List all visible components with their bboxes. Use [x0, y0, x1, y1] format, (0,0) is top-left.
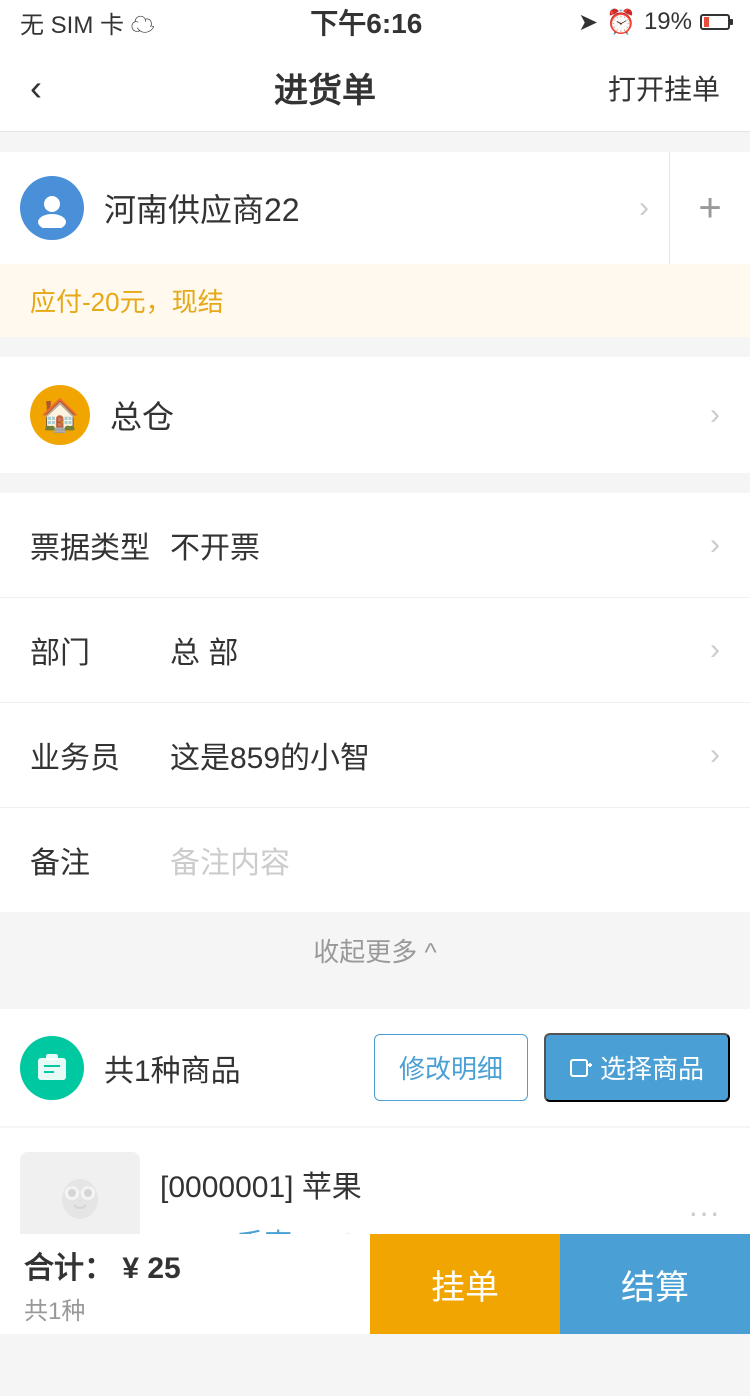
salesperson-row[interactable]: 业务员 这是859的小智 ›	[0, 703, 750, 808]
order-summary: 合计： ¥ 25 共1种	[0, 1234, 370, 1334]
select-product-label: 选择商品	[600, 1049, 704, 1086]
select-product-button[interactable]: 选择商品	[544, 1033, 730, 1102]
product-name: [0000001] 苹果	[160, 1162, 678, 1206]
salesperson-value: 这是859的小智	[160, 733, 700, 777]
checkout-button[interactable]: 结算	[560, 1234, 750, 1334]
add-supplier-button[interactable]: +	[670, 152, 750, 264]
remark-label: 备注	[30, 838, 160, 882]
remark-row[interactable]: 备注 备注内容	[0, 808, 750, 912]
open-hang-button[interactable]: 打开挂单	[608, 68, 720, 108]
supplier-row[interactable]: 河南供应商22 ›	[0, 152, 670, 264]
product-title: 苹果	[302, 1171, 362, 1204]
salesperson-label: 业务员	[30, 733, 160, 777]
status-bar: 无 SIM 卡 ☁ 下午6:16 ➤ ⏰ 19%	[0, 0, 750, 44]
status-time: 下午6:16	[310, 2, 422, 42]
product-more-button[interactable]: ···	[678, 1184, 730, 1241]
battery-percent: 19%	[644, 8, 692, 36]
notice-bar: 应付-20元，现结	[0, 264, 750, 337]
product-count: 共1种商品	[104, 1046, 374, 1090]
product-icon	[20, 1036, 84, 1100]
remark-input[interactable]: 备注内容	[160, 838, 720, 882]
location-icon: ➤	[578, 8, 598, 37]
status-right: ➤ ⏰ 19%	[578, 8, 730, 37]
bottom-bar: 合计： ¥ 25 共1种 挂单 结算	[0, 1234, 750, 1334]
dept-row[interactable]: 部门 总 部 ›	[0, 598, 750, 703]
invoice-label: 票据类型	[30, 523, 160, 567]
alarm-icon: ⏰	[606, 8, 636, 37]
dept-chevron-icon: ›	[710, 633, 720, 667]
warehouse-icon: 🏠	[30, 385, 90, 445]
supplier-avatar	[20, 176, 84, 240]
nav-bar: ‹ 进货单 打开挂单	[0, 44, 750, 132]
hang-button[interactable]: 挂单	[370, 1234, 560, 1334]
supplier-chevron-icon: ›	[639, 191, 649, 225]
invoice-row[interactable]: 票据类型 不开票 ›	[0, 493, 750, 598]
section-divider-1	[0, 132, 750, 152]
collapse-bar[interactable]: 收起更多 ^	[0, 912, 750, 989]
battery-icon	[700, 14, 730, 30]
supplier-section: 河南供应商22 › +	[0, 152, 750, 264]
total-value: ¥ 25	[122, 1252, 180, 1285]
product-code: [0000001]	[160, 1171, 293, 1204]
page-title: 进货单	[274, 63, 376, 112]
supplier-name: 河南供应商22	[104, 185, 629, 231]
warehouse-chevron-icon: ›	[710, 398, 720, 432]
invoice-value: 不开票	[160, 523, 700, 567]
status-left: 无 SIM 卡 ☁	[20, 5, 155, 40]
total-count: 共1种	[24, 1291, 346, 1326]
warehouse-name: 总仓	[110, 392, 700, 438]
dept-value: 总 部	[160, 628, 700, 672]
invoice-chevron-icon: ›	[710, 528, 720, 562]
back-button[interactable]: ‹	[30, 67, 42, 109]
dept-label: 部门	[30, 628, 160, 672]
salesperson-chevron-icon: ›	[710, 738, 720, 772]
edit-detail-button[interactable]: 修改明细	[374, 1034, 528, 1101]
total-label: 合计：	[24, 1252, 114, 1285]
product-header: 共1种商品 修改明细 选择商品	[0, 1009, 750, 1126]
form-section: 票据类型 不开票 › 部门 总 部 › 业务员 这是859的小智 › 备注 备注…	[0, 493, 750, 912]
warehouse-row[interactable]: 🏠 总仓 ›	[0, 357, 750, 473]
home-icon: 🏠	[40, 396, 80, 434]
sim-label: 无 SIM 卡 ☁	[20, 5, 155, 40]
total-amount: 合计： ¥ 25	[24, 1243, 346, 1287]
